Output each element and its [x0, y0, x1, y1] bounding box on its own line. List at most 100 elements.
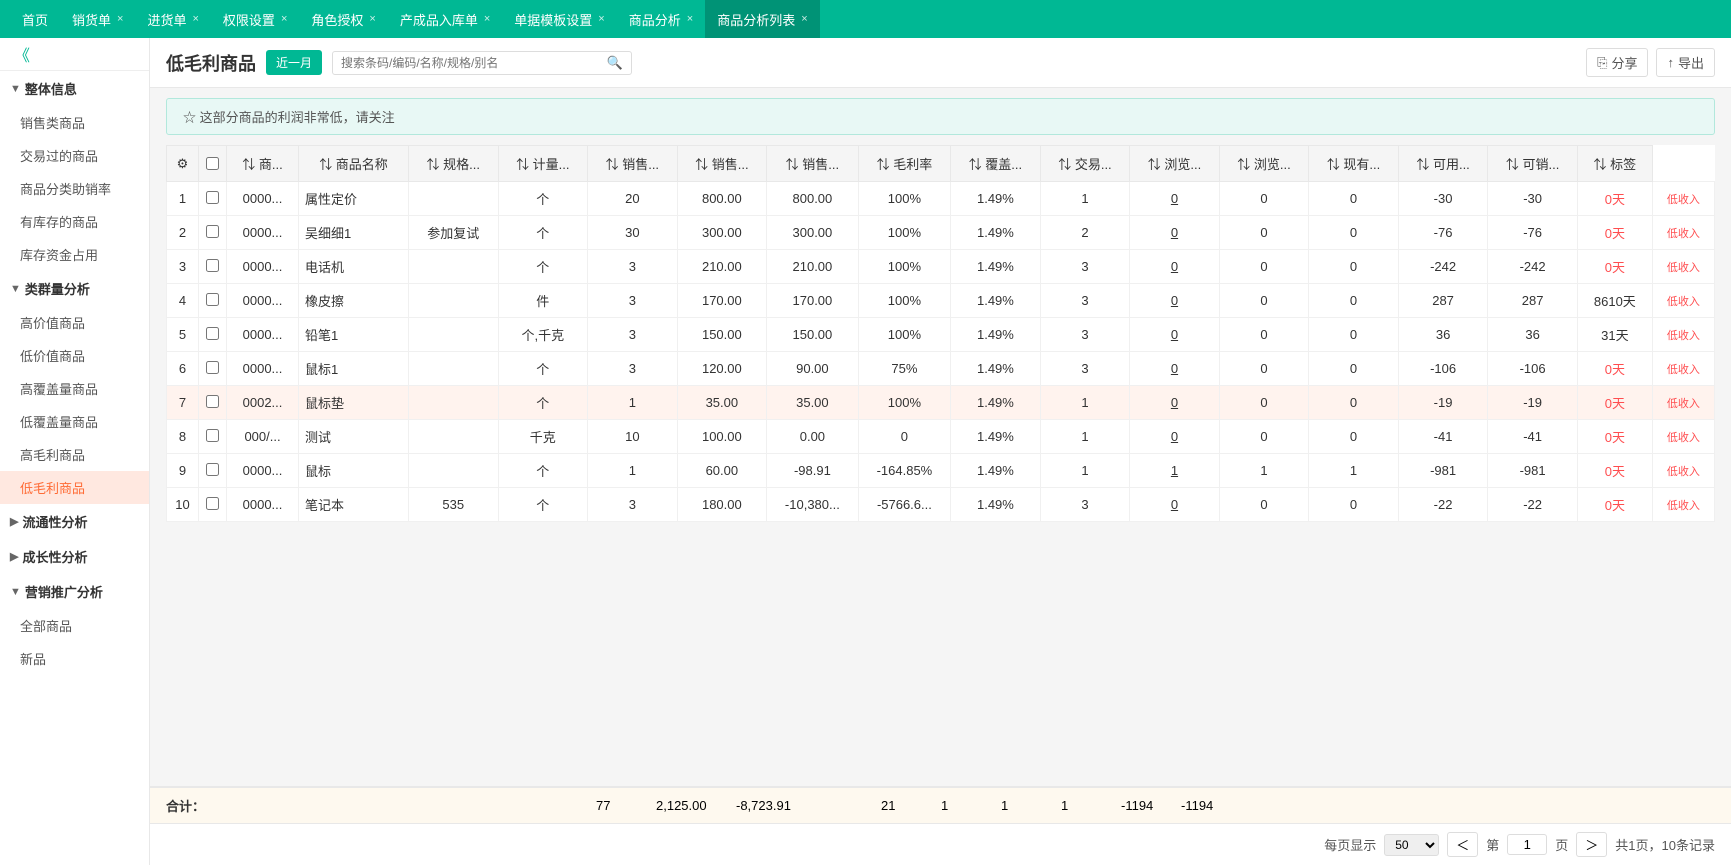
period-button[interactable]: 近一月 [266, 50, 322, 75]
row-select-checkbox[interactable] [206, 191, 219, 204]
row-select-checkbox[interactable] [206, 361, 219, 374]
row-trade[interactable]: 0 [1130, 318, 1220, 352]
row-trade[interactable]: 0 [1130, 284, 1220, 318]
footer-trade: 1 [941, 798, 1001, 813]
th-browse1[interactable]: ⇅ 浏览... [1130, 146, 1220, 182]
row-trade[interactable]: 1 [1130, 454, 1220, 488]
row-checkbox[interactable] [199, 216, 227, 250]
row-gross: 1.49% [951, 488, 1041, 522]
next-page-btn[interactable]: ＞ [1576, 832, 1607, 857]
row-trade[interactable]: 0 [1130, 216, 1220, 250]
row-tag: 低收入 [1652, 250, 1714, 284]
export-button[interactable]: ↑ 导出 [1656, 48, 1715, 77]
row-checkbox[interactable] [199, 454, 227, 488]
row-trade[interactable]: 0 [1130, 250, 1220, 284]
per-page-select[interactable]: 50 20 100 [1384, 834, 1439, 856]
nav-roles[interactable]: 角色授权 × [299, 0, 387, 38]
th-sale-amt[interactable]: ⇅ 销售... [677, 146, 767, 182]
sidebar-item-in-stock[interactable]: 有库存的商品 [0, 205, 149, 238]
row-checkbox[interactable] [199, 318, 227, 352]
row-select-checkbox[interactable] [206, 497, 219, 510]
select-all-checkbox[interactable] [206, 157, 219, 170]
sidebar-item-low-coverage[interactable]: 低覆盖量商品 [0, 405, 149, 438]
page-input[interactable] [1507, 834, 1547, 855]
row-trade[interactable]: 0 [1130, 182, 1220, 216]
th-sale-cost[interactable]: ⇅ 销售... [767, 146, 859, 182]
row-checkbox[interactable] [199, 250, 227, 284]
table-row: 4 0000... 橡皮擦 件 3 170.00 170.00 100% 1.4… [167, 284, 1715, 318]
th-browse2[interactable]: ⇅ 浏览... [1219, 146, 1309, 182]
nav-roles-close[interactable]: × [369, 13, 375, 25]
nav-sales[interactable]: 销货单 × [60, 0, 135, 38]
sidebar-group-circulation[interactable]: ▶ 流通性分析 [0, 504, 149, 539]
nav-goods-analysis[interactable]: 商品分析 × [617, 0, 705, 38]
sidebar-item-high-margin[interactable]: 高毛利商品 [0, 438, 149, 471]
nav-goods-analysis-list[interactable]: 商品分析列表 × [705, 0, 819, 38]
th-trade[interactable]: ⇅ 交易... [1040, 146, 1130, 182]
row-coverage: 3 [1040, 284, 1130, 318]
nav-product-entry[interactable]: 产成品入库单 × [388, 0, 502, 38]
row-select-checkbox[interactable] [206, 429, 219, 442]
th-code[interactable]: ⇅ 商... [227, 146, 299, 182]
row-checkbox[interactable] [199, 488, 227, 522]
nav-home[interactable]: 首页 [10, 0, 60, 38]
sidebar-item-high-value[interactable]: 高价值商品 [0, 306, 149, 339]
th-tag[interactable]: ⇅ 标签 [1577, 146, 1652, 182]
nav-template-close[interactable]: × [598, 13, 604, 25]
row-checkbox[interactable] [199, 182, 227, 216]
share-button[interactable]: ⎘ 分享 [1586, 48, 1648, 77]
table-row: 3 0000... 电话机 个 3 210.00 210.00 100% 1.4… [167, 250, 1715, 284]
sidebar-item-new-goods[interactable]: 新品 [0, 642, 149, 675]
prev-page-btn[interactable]: ＜ [1447, 832, 1478, 857]
settings-icon[interactable]: ⚙ [177, 156, 189, 172]
th-qty[interactable]: ⇅ 销售... [588, 146, 678, 182]
row-select-checkbox[interactable] [206, 225, 219, 238]
sidebar-item-sales-goods[interactable]: 销售类商品 [0, 106, 149, 139]
row-checkbox[interactable] [199, 284, 227, 318]
sidebar-item-capital[interactable]: 库存资金占用 [0, 238, 149, 271]
row-select-checkbox[interactable] [206, 293, 219, 306]
search-input[interactable] [341, 56, 607, 70]
th-stock[interactable]: ⇅ 现有... [1309, 146, 1399, 182]
th-settings[interactable]: ⚙ [167, 146, 199, 182]
sidebar-group-growth[interactable]: ▶ 成长性分析 [0, 539, 149, 574]
row-select-checkbox[interactable] [206, 395, 219, 408]
th-unit[interactable]: ⇅ 计量... [498, 146, 588, 182]
sidebar-item-high-coverage[interactable]: 高覆盖量商品 [0, 372, 149, 405]
th-name[interactable]: ⇅ 商品名称 [299, 146, 409, 182]
row-trade[interactable]: 0 [1130, 488, 1220, 522]
sidebar-item-category-rate[interactable]: 商品分类助销率 [0, 172, 149, 205]
nav-sales-close[interactable]: × [117, 13, 123, 25]
nav-goods-analysis-list-close[interactable]: × [801, 13, 807, 25]
th-saleable[interactable]: ⇅ 可销... [1488, 146, 1578, 182]
sidebar-group-cluster[interactable]: ▼ 类群量分析 [0, 271, 149, 306]
nav-goods-analysis-close[interactable]: × [687, 13, 693, 25]
row-select-checkbox[interactable] [206, 259, 219, 272]
row-trade[interactable]: 0 [1130, 352, 1220, 386]
nav-purchase[interactable]: 进货单 × [135, 0, 210, 38]
th-checkbox[interactable] [199, 146, 227, 182]
nav-permissions-close[interactable]: × [281, 13, 287, 25]
row-checkbox[interactable] [199, 386, 227, 420]
nav-template[interactable]: 单据模板设置 × [502, 0, 616, 38]
sidebar-item-low-margin[interactable]: 低毛利商品 [0, 471, 149, 504]
sidebar-item-low-value[interactable]: 低价值商品 [0, 339, 149, 372]
sidebar-item-all-goods[interactable]: 全部商品 [0, 609, 149, 642]
sidebar-item-traded-goods[interactable]: 交易过的商品 [0, 139, 149, 172]
row-select-checkbox[interactable] [206, 327, 219, 340]
nav-product-entry-close[interactable]: × [484, 13, 490, 25]
nav-permissions[interactable]: 权限设置 × [211, 0, 299, 38]
sidebar-group-marketing[interactable]: ▼ 营销推广分析 [0, 574, 149, 609]
row-checkbox[interactable] [199, 352, 227, 386]
th-spec[interactable]: ⇅ 规格... [409, 146, 499, 182]
row-trade[interactable]: 0 [1130, 420, 1220, 454]
nav-purchase-close[interactable]: × [192, 13, 198, 25]
row-checkbox[interactable] [199, 420, 227, 454]
row-select-checkbox[interactable] [206, 463, 219, 476]
row-trade[interactable]: 0 [1130, 386, 1220, 420]
sidebar-group-overall[interactable]: ▼ 整体信息 [0, 71, 149, 106]
th-gross[interactable]: ⇅ 毛利率 [858, 146, 951, 182]
th-available[interactable]: ⇅ 可用... [1398, 146, 1488, 182]
th-coverage[interactable]: ⇅ 覆盖... [951, 146, 1041, 182]
sidebar-collapse-btn[interactable]: 《 [8, 42, 36, 66]
